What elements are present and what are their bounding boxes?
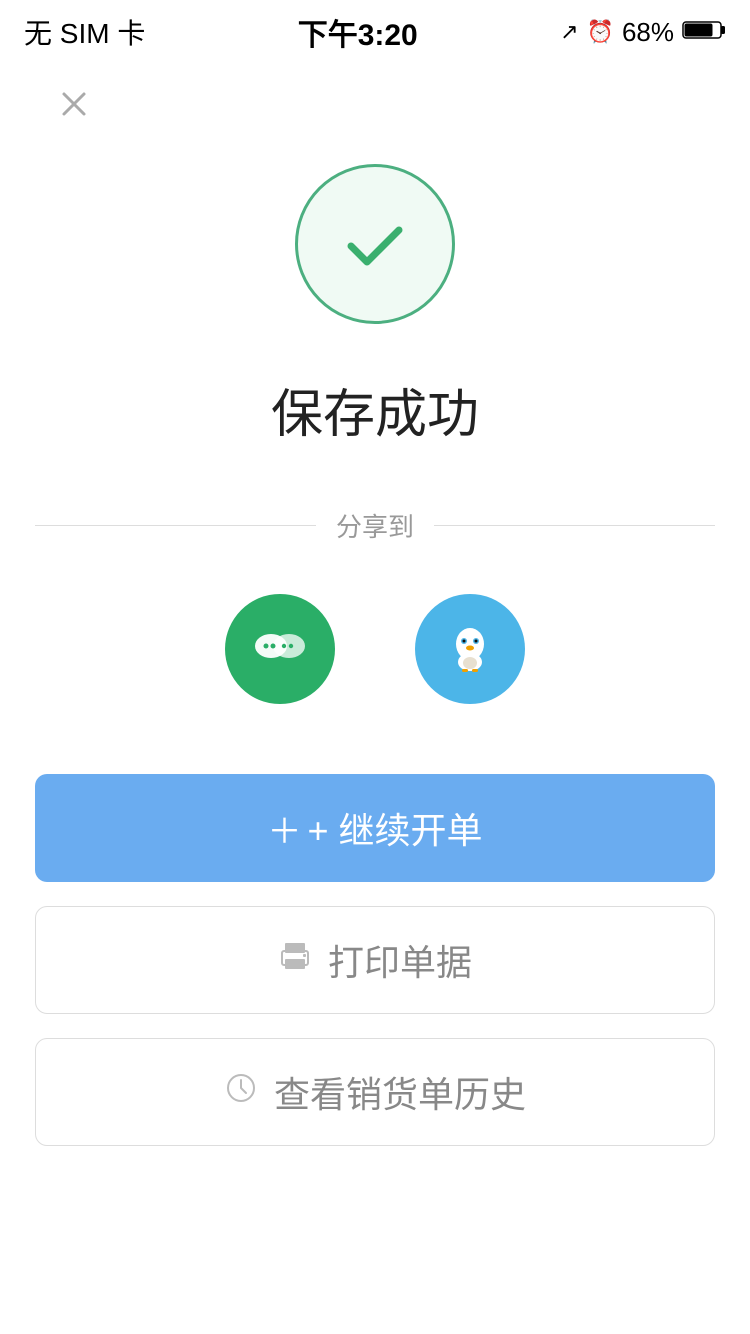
battery-percent: 68% xyxy=(622,17,674,48)
status-time: 下午3:20 xyxy=(298,10,418,54)
history-icon xyxy=(224,1071,258,1114)
location-icon: ↗ xyxy=(560,19,578,45)
history-label: 查看销货单历史 xyxy=(274,1066,526,1118)
print-label: 打印单据 xyxy=(328,934,472,986)
no-sim-text: 无 SIM 卡 xyxy=(24,12,145,52)
share-label: 分享到 xyxy=(336,507,414,544)
alarm-icon: ⏰ xyxy=(587,19,614,45)
success-title: 保存成功 xyxy=(271,372,479,447)
success-circle xyxy=(295,164,455,324)
share-row xyxy=(225,594,525,704)
main-content: 保存成功 分享到 xyxy=(0,64,750,1146)
history-button[interactable]: 查看销货单历史 xyxy=(35,1038,715,1146)
wechat-share-button[interactable] xyxy=(225,594,335,704)
qq-share-button[interactable] xyxy=(415,594,525,704)
battery-icon xyxy=(682,17,726,48)
divider-section: 分享到 xyxy=(35,507,715,544)
print-icon xyxy=(278,939,312,982)
status-bar: 无 SIM 卡 下午3:20 ↗ ⏰ 68% xyxy=(0,0,750,64)
continue-label: + 继续开单 xyxy=(307,802,482,854)
continue-icon: ＋ xyxy=(267,804,301,853)
divider-left xyxy=(35,525,316,526)
close-button[interactable] xyxy=(48,78,100,130)
status-right: ↗ ⏰ 68% xyxy=(560,17,726,48)
actions: ＋ + 继续开单 打印单据 查看销货单历 xyxy=(35,774,715,1146)
continue-button[interactable]: ＋ + 继续开单 xyxy=(35,774,715,882)
print-button[interactable]: 打印单据 xyxy=(35,906,715,1014)
status-left: 无 SIM 卡 xyxy=(24,12,155,52)
divider-right xyxy=(434,525,715,526)
